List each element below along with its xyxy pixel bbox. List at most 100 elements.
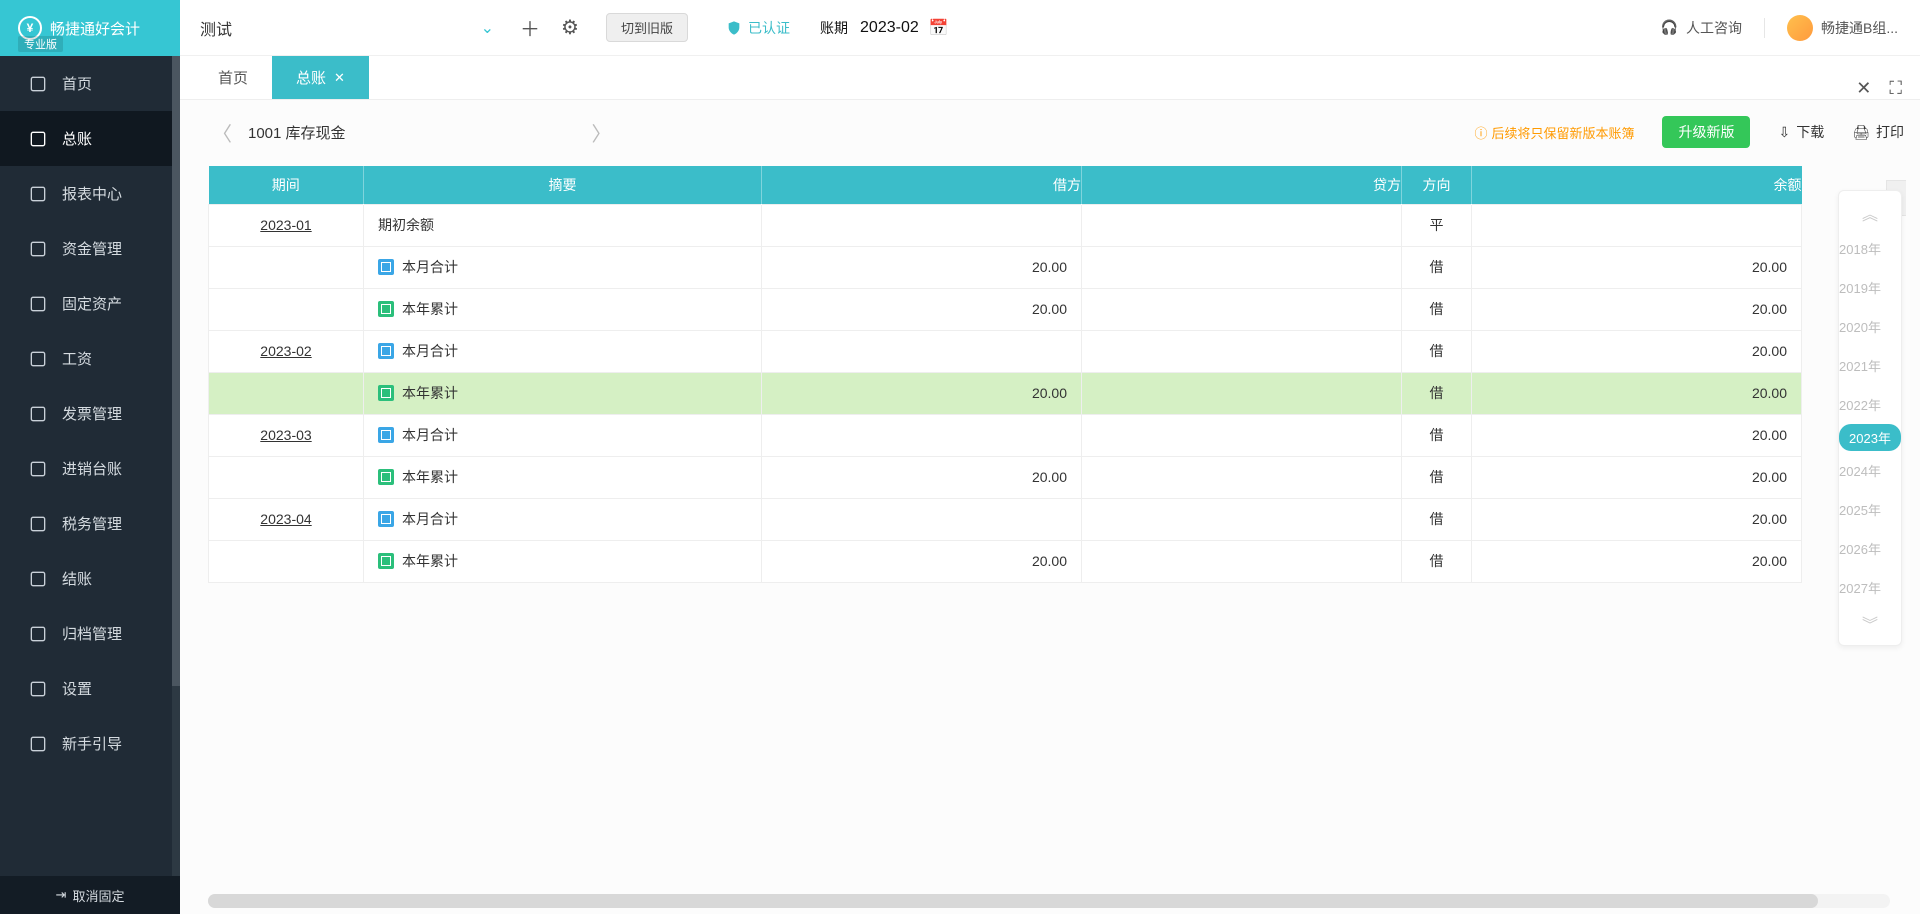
sidebar-icon bbox=[28, 294, 48, 314]
pin-icon: ⇥ bbox=[56, 887, 67, 903]
summary-badge-icon bbox=[378, 553, 394, 569]
add-button[interactable]: ＋ bbox=[510, 13, 550, 42]
th-balance: 余额 bbox=[1472, 166, 1802, 204]
table-row[interactable]: 2023-03本月合计借20.00 bbox=[209, 414, 1802, 456]
year-item[interactable]: 2025年 bbox=[1839, 490, 1901, 529]
th-credit: 贷方 bbox=[1082, 166, 1402, 204]
sidebar-item-6[interactable]: 发票管理 bbox=[0, 386, 180, 441]
switch-old-button[interactable]: 切到旧版 bbox=[606, 13, 688, 42]
sidebar-item-1[interactable]: 总账 bbox=[0, 111, 180, 166]
horizontal-scrollbar[interactable] bbox=[208, 894, 1890, 908]
avatar bbox=[1787, 15, 1813, 41]
sidebar-item-5[interactable]: 工资 bbox=[0, 331, 180, 386]
year-item[interactable]: 2026年 bbox=[1839, 529, 1901, 568]
period-value[interactable]: 2023-02 bbox=[860, 19, 919, 37]
table-row[interactable]: 本年累计20.00借20.00 bbox=[209, 372, 1802, 414]
summary-badge-icon bbox=[378, 259, 394, 275]
sidebar-item-7[interactable]: 进销台账 bbox=[0, 441, 180, 496]
separator bbox=[1764, 18, 1765, 38]
summary-badge-icon bbox=[378, 343, 394, 359]
summary-badge-icon bbox=[378, 511, 394, 527]
gear-icon[interactable]: ⚙ bbox=[550, 15, 590, 40]
brand-strip: 畅捷通好会计 专业版 bbox=[0, 0, 180, 56]
sidebar-icon bbox=[28, 679, 48, 699]
sidebar: 首页总账报表中心资金管理固定资产工资发票管理进销台账税务管理结账归档管理设置新手… bbox=[0, 56, 180, 914]
download-icon: ⇩ bbox=[1778, 124, 1790, 141]
year-item[interactable]: 2018年 bbox=[1839, 229, 1901, 268]
sidebar-item-12[interactable]: 新手引导 bbox=[0, 716, 180, 771]
sidebar-icon bbox=[28, 404, 48, 424]
period-link[interactable]: 2023-02 bbox=[260, 343, 311, 359]
summary-badge-icon bbox=[378, 301, 394, 317]
period-link[interactable]: 2023-03 bbox=[260, 427, 311, 443]
sidebar-icon bbox=[28, 569, 48, 589]
close-tab-icon[interactable]: ✕ bbox=[1856, 78, 1871, 99]
year-up-icon[interactable]: ︽ bbox=[1862, 197, 1878, 229]
table-row[interactable]: 本年累计20.00借20.00 bbox=[209, 288, 1802, 330]
year-down-icon[interactable]: ︾ bbox=[1862, 607, 1878, 639]
sidebar-item-8[interactable]: 税务管理 bbox=[0, 496, 180, 551]
year-item[interactable]: 2022年 bbox=[1839, 385, 1901, 424]
table-row[interactable]: 2023-04本月合计借20.00 bbox=[209, 498, 1802, 540]
account-title: 1001 库存现金 bbox=[248, 122, 346, 143]
sidebar-icon bbox=[28, 734, 48, 754]
notice-text: 后续将只保留新版本账簿 bbox=[1474, 123, 1634, 142]
year-item[interactable]: 2027年 bbox=[1839, 568, 1901, 607]
table-row[interactable]: 本月合计20.00借20.00 bbox=[209, 246, 1802, 288]
year-selector: ︽ 2018年2019年2020年2021年2022年2023年2024年202… bbox=[1838, 190, 1902, 646]
sidebar-icon bbox=[28, 184, 48, 204]
table-row[interactable]: 本年累计20.00借20.00 bbox=[209, 540, 1802, 582]
sidebar-icon bbox=[28, 459, 48, 479]
ledger-table: 期间 摘要 借方 贷方 方向 余额 2023-01期初余额平本月合计20.00借… bbox=[208, 166, 1802, 583]
th-period: 期间 bbox=[209, 166, 364, 204]
consult-button[interactable]: 🎧 人工咨询 bbox=[1661, 18, 1742, 38]
summary-badge-icon bbox=[378, 385, 394, 401]
fullscreen-icon[interactable]: ⛶ bbox=[1889, 78, 1902, 99]
th-debit: 借方 bbox=[762, 166, 1082, 204]
year-item[interactable]: 2021年 bbox=[1839, 346, 1901, 385]
table-row[interactable]: 2023-01期初余额平 bbox=[209, 204, 1802, 246]
download-button[interactable]: ⇩下载 bbox=[1778, 122, 1824, 142]
user-menu[interactable]: 畅捷通B组... bbox=[1787, 15, 1898, 41]
year-item[interactable]: 2023年 bbox=[1839, 424, 1901, 451]
sidebar-icon bbox=[28, 74, 48, 94]
tab-0[interactable]: 首页 bbox=[194, 56, 272, 99]
content-area: 〈 1001 库存现金 〉 后续将只保留新版本账簿 升级新版 ⇩下载 🖨打印 期… bbox=[180, 100, 1920, 914]
sidebar-icon bbox=[28, 349, 48, 369]
sidebar-scrollbar[interactable] bbox=[172, 56, 180, 876]
sidebar-item-0[interactable]: 首页 bbox=[0, 56, 180, 111]
sidebar-item-4[interactable]: 固定资产 bbox=[0, 276, 180, 331]
org-selector[interactable]: 测试 ⌄ bbox=[200, 16, 510, 40]
verified-badge: 已认证 bbox=[726, 18, 790, 38]
print-button[interactable]: 🖨打印 bbox=[1852, 122, 1904, 142]
tab-1[interactable]: 总账✕ bbox=[272, 56, 369, 99]
headset-icon: 🎧 bbox=[1661, 19, 1678, 36]
period-link[interactable]: 2023-01 bbox=[260, 217, 311, 233]
summary-badge-icon bbox=[378, 469, 394, 485]
prev-account-button[interactable]: 〈 bbox=[208, 118, 236, 147]
topbar: 测试 ⌄ ＋ ⚙ 切到旧版 已认证 账期 2023-02 📅 🎧 人工咨询 畅捷… bbox=[0, 0, 1920, 56]
year-item[interactable]: 2024年 bbox=[1839, 451, 1901, 490]
sidebar-pin-toggle[interactable]: ⇥ 取消固定 bbox=[0, 876, 180, 914]
sidebar-icon bbox=[28, 514, 48, 534]
brand-name: 畅捷通好会计 bbox=[50, 18, 140, 39]
table-row[interactable]: 本年累计20.00借20.00 bbox=[209, 456, 1802, 498]
year-item[interactable]: 2019年 bbox=[1839, 268, 1901, 307]
print-icon: 🖨 bbox=[1852, 124, 1870, 141]
next-account-button[interactable]: 〉 bbox=[588, 118, 616, 147]
sidebar-item-3[interactable]: 资金管理 bbox=[0, 221, 180, 276]
sidebar-item-9[interactable]: 结账 bbox=[0, 551, 180, 606]
th-direction: 方向 bbox=[1402, 166, 1472, 204]
table-row[interactable]: 2023-02本月合计借20.00 bbox=[209, 330, 1802, 372]
sidebar-item-2[interactable]: 报表中心 bbox=[0, 166, 180, 221]
close-icon[interactable]: ✕ bbox=[334, 70, 345, 86]
sidebar-icon bbox=[28, 129, 48, 149]
period-label: 账期 bbox=[820, 18, 848, 38]
upgrade-button[interactable]: 升级新版 bbox=[1662, 116, 1750, 148]
sidebar-item-11[interactable]: 设置 bbox=[0, 661, 180, 716]
calendar-icon[interactable]: 📅 bbox=[929, 18, 949, 38]
period-link[interactable]: 2023-04 bbox=[260, 511, 311, 527]
year-item[interactable]: 2020年 bbox=[1839, 307, 1901, 346]
sidebar-item-10[interactable]: 归档管理 bbox=[0, 606, 180, 661]
th-summary: 摘要 bbox=[364, 166, 762, 204]
